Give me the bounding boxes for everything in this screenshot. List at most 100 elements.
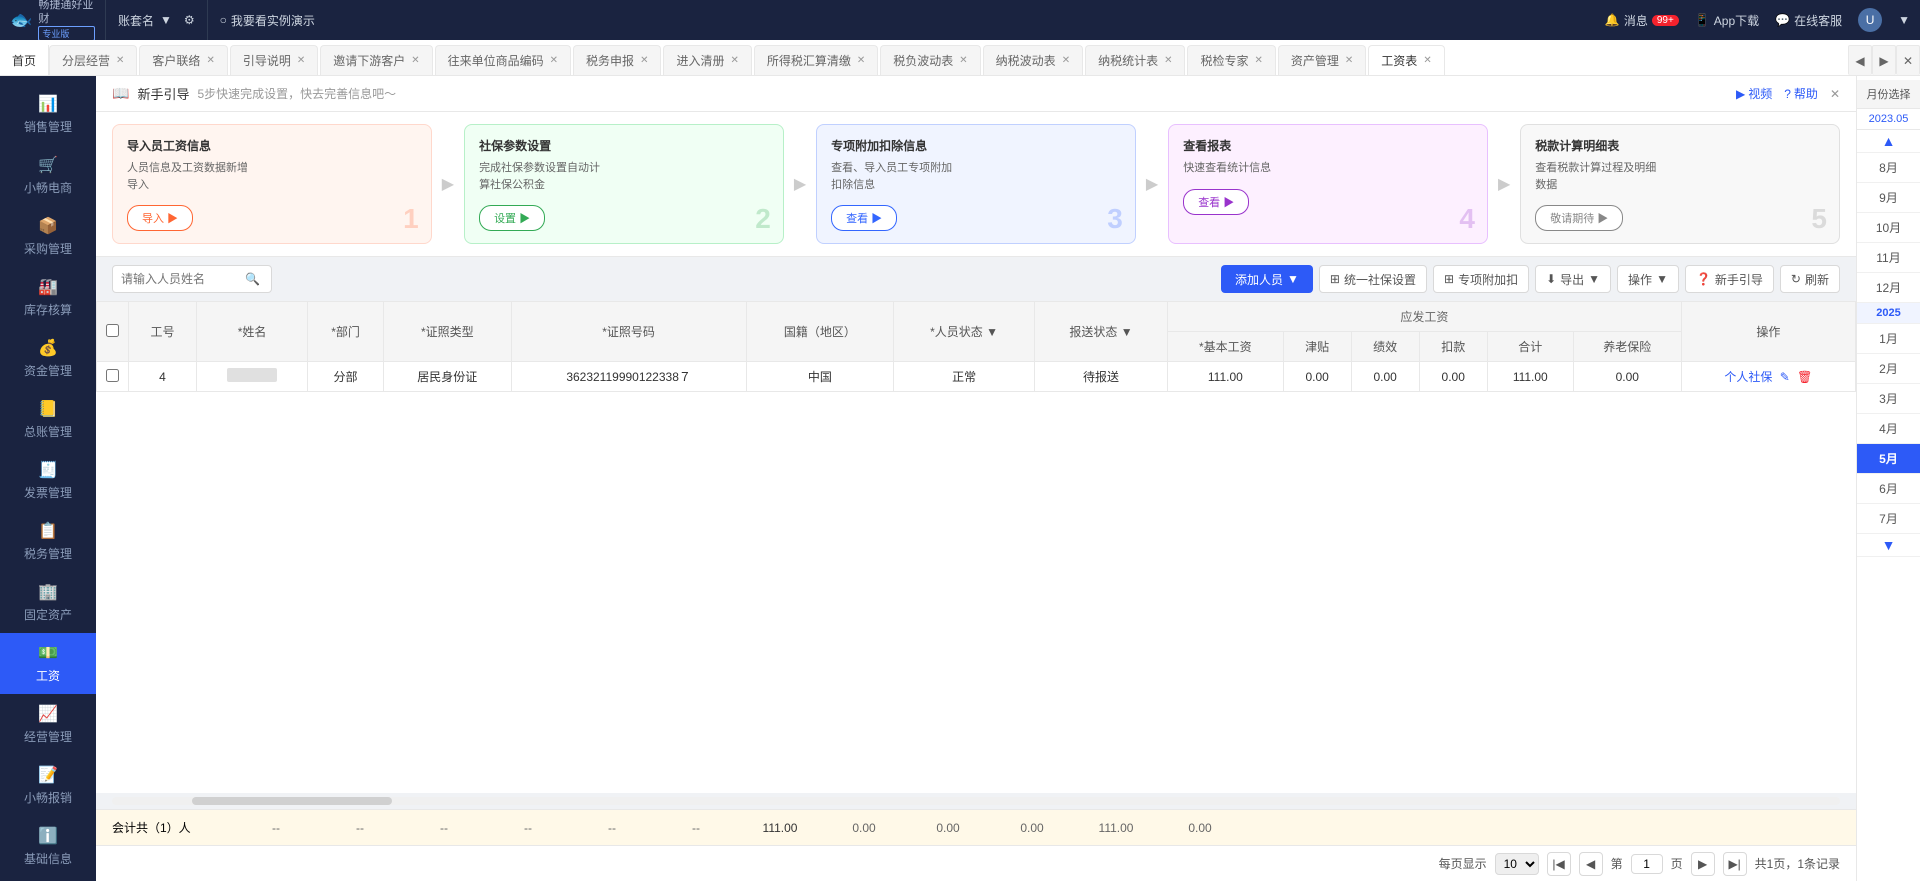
- sidebar-item-expense[interactable]: 📝 小畅报销: [0, 755, 96, 816]
- month-item-7[interactable]: 7月: [1857, 504, 1920, 534]
- select-all-checkbox[interactable]: [106, 324, 119, 337]
- month-item-12[interactable]: 12月: [1857, 273, 1920, 303]
- step-5-btn[interactable]: 敬请期待 ▶: [1535, 205, 1623, 231]
- mobile-icon: 📱: [1695, 13, 1710, 27]
- tab-close-all-btn[interactable]: ✕: [1896, 45, 1920, 75]
- guide-close-btn[interactable]: ✕: [1830, 87, 1840, 101]
- tab-item-yindao[interactable]: 引导说明 ✕: [230, 45, 318, 75]
- page-first-btn[interactable]: |◀: [1547, 852, 1571, 876]
- page-last-btn[interactable]: ▶|: [1723, 852, 1747, 876]
- close-icon[interactable]: ✕: [297, 55, 305, 66]
- close-icon[interactable]: ✕: [550, 55, 558, 66]
- close-icon[interactable]: ✕: [640, 55, 648, 66]
- sidebar-item-basic[interactable]: ℹ️ 基础信息: [0, 816, 96, 877]
- sidebar-item-ecommerce[interactable]: 🛒 小畅电商: [0, 145, 96, 206]
- operation-btn[interactable]: 操作 ▼: [1617, 265, 1679, 293]
- month-item-6[interactable]: 6月: [1857, 474, 1920, 504]
- search-input[interactable]: [121, 272, 241, 286]
- close-icon[interactable]: ✕: [959, 55, 967, 66]
- td-deduction: 0.00: [1419, 362, 1487, 392]
- sidebar-item-tax[interactable]: 📋 税务管理: [0, 511, 96, 572]
- td-status: 正常: [894, 362, 1035, 392]
- tab-item-shuifu[interactable]: 税负波动表 ✕: [880, 45, 980, 75]
- close-icon[interactable]: ✕: [1164, 55, 1172, 66]
- guide-video-link[interactable]: ▶ 视频: [1736, 85, 1772, 102]
- tab-item-納税[interactable]: 纳税波动表 ✕: [983, 45, 1083, 75]
- sidebar-item-invoice[interactable]: 🧾 发票管理: [0, 450, 96, 511]
- tab-item-shuiwu[interactable]: 税务申报 ✕: [573, 45, 661, 75]
- special-deduction-btn[interactable]: ⊞ 专项附加扣: [1433, 265, 1529, 293]
- month-item-1[interactable]: 1月: [1857, 324, 1920, 354]
- sidebar-item-salary[interactable]: 💵 工资: [0, 633, 96, 694]
- close-icon[interactable]: ✕: [1255, 55, 1263, 66]
- close-icon[interactable]: ✕: [1423, 55, 1431, 66]
- month-nav-up[interactable]: ▲: [1857, 130, 1920, 153]
- avatar[interactable]: U: [1858, 8, 1882, 32]
- step-4-btn[interactable]: 查看 ▶: [1183, 189, 1249, 215]
- tab-item-kehu[interactable]: 客户联络 ✕: [139, 45, 227, 75]
- edit-icon[interactable]: ✎: [1780, 370, 1790, 384]
- close-icon[interactable]: ✕: [411, 55, 419, 66]
- month-nav-down[interactable]: ▼: [1857, 534, 1920, 557]
- page-prev-btn[interactable]: ◀: [1579, 852, 1603, 876]
- sidebar-item-mgmt[interactable]: 📈 经营管理: [0, 694, 96, 755]
- personal-social-link[interactable]: 个人社保: [1724, 370, 1772, 384]
- horizontal-scrollbar[interactable]: [112, 797, 1840, 805]
- sidebar-item-purchase[interactable]: 📦 采购管理: [0, 206, 96, 267]
- tab-item-yaoqing[interactable]: 邀请下游客户 ✕: [320, 45, 432, 75]
- step-2-btn[interactable]: 设置 ▶: [479, 205, 545, 231]
- add-person-btn[interactable]: 添加人员 ▼: [1221, 265, 1313, 293]
- close-icon[interactable]: ✕: [730, 55, 738, 66]
- month-item-3[interactable]: 3月: [1857, 384, 1920, 414]
- sidebar-item-inventory[interactable]: 🏭 库存核算: [0, 267, 96, 328]
- close-icon[interactable]: ✕: [1345, 55, 1353, 66]
- scrollbar-thumb[interactable]: [192, 797, 392, 805]
- month-item-9[interactable]: 9月: [1857, 183, 1920, 213]
- sidebar-item-system[interactable]: ⚙️ 系统管理: [0, 877, 96, 881]
- export-btn[interactable]: ⬇ 导出 ▼: [1535, 265, 1611, 293]
- sidebar-item-assets[interactable]: 🏢 固定资产: [0, 572, 96, 633]
- tab-prev-btn[interactable]: ◀: [1848, 45, 1872, 75]
- tab-item-wanglai[interactable]: 往来单位商品编码 ✕: [435, 45, 571, 75]
- tab-item-jinru[interactable]: 进入清册 ✕: [663, 45, 751, 75]
- app-download-btn[interactable]: 📱 App下载: [1695, 12, 1759, 29]
- close-icon[interactable]: ✕: [1062, 55, 1070, 66]
- tab-home[interactable]: 首页: [0, 45, 49, 75]
- tab-item-gongzi[interactable]: 工资表 ✕: [1368, 45, 1444, 75]
- tab-item-税检[interactable]: 税检专家 ✕: [1187, 45, 1275, 75]
- tab-item-纳税统计[interactable]: 纳税统计表 ✕: [1085, 45, 1185, 75]
- demo-link[interactable]: ○ 我要看实例演示: [208, 12, 315, 29]
- page-next-btn[interactable]: ▶: [1691, 852, 1715, 876]
- search-icon[interactable]: 🔍: [245, 272, 260, 286]
- sidebar-item-ledger[interactable]: 📒 总账管理: [0, 389, 96, 450]
- message-btn[interactable]: 🔔 消息 99+: [1605, 12, 1679, 29]
- month-item-10[interactable]: 10月: [1857, 213, 1920, 243]
- newbie-guide-btn[interactable]: ❓ 新手引导: [1685, 265, 1774, 293]
- month-item-11[interactable]: 11月: [1857, 243, 1920, 273]
- month-item-2[interactable]: 2月: [1857, 354, 1920, 384]
- refresh-btn[interactable]: ↻ 刷新: [1780, 265, 1840, 293]
- month-item-5-active[interactable]: 5月: [1857, 444, 1920, 474]
- account-selector[interactable]: 账套名 ▼ ⚙: [106, 0, 208, 40]
- per-page-select[interactable]: 10 20 50: [1495, 853, 1539, 875]
- month-item-8[interactable]: 8月: [1857, 153, 1920, 183]
- close-icon[interactable]: ✕: [116, 55, 124, 66]
- page-input[interactable]: [1631, 854, 1663, 874]
- close-icon[interactable]: ✕: [857, 55, 865, 66]
- guide-help-link[interactable]: ? 帮助: [1784, 85, 1818, 102]
- step-3-btn[interactable]: 查看 ▶: [831, 205, 897, 231]
- sidebar-item-sales[interactable]: 📊 销售管理: [0, 84, 96, 145]
- tab-item-suode[interactable]: 所得税汇算清缴 ✕: [754, 45, 878, 75]
- month-item-4[interactable]: 4月: [1857, 414, 1920, 444]
- step-1-btn[interactable]: 导入 ▶: [127, 205, 193, 231]
- delete-icon[interactable]: 🗑: [1797, 370, 1812, 384]
- tab-next-btn[interactable]: ▶: [1872, 45, 1896, 75]
- settings-icon[interactable]: ⚙: [184, 13, 195, 27]
- close-icon[interactable]: ✕: [206, 55, 214, 66]
- tab-item-fenceng[interactable]: 分层经营 ✕: [49, 45, 137, 75]
- sidebar-item-finance[interactable]: 💰 资金管理: [0, 328, 96, 389]
- social-security-setting-btn[interactable]: ⊞ 统一社保设置: [1319, 265, 1427, 293]
- tab-item-资产[interactable]: 资产管理 ✕: [1278, 45, 1366, 75]
- row-checkbox[interactable]: [106, 369, 119, 382]
- online-service-btn[interactable]: 💬 在线客服: [1775, 12, 1842, 29]
